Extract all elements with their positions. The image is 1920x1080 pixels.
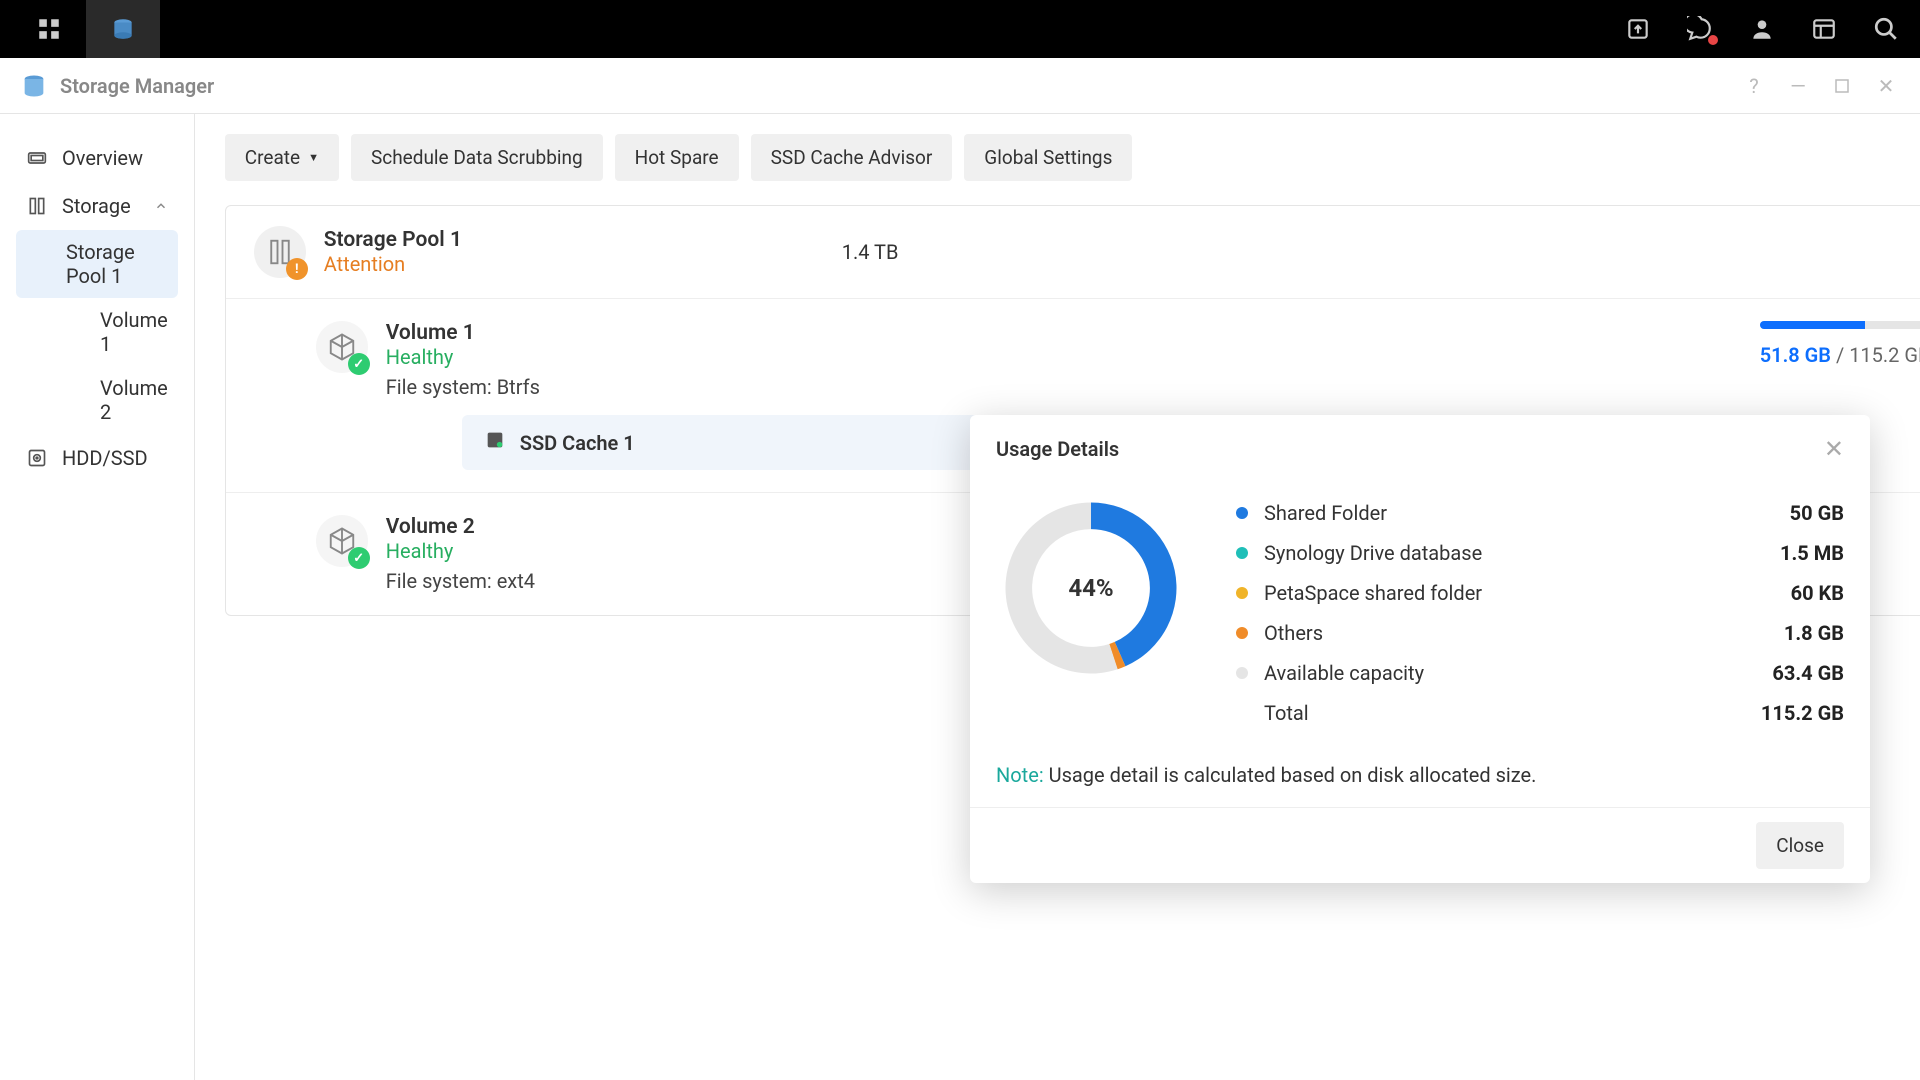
button-label: Schedule Data Scrubbing	[371, 146, 583, 169]
sidebar-item-label: Overview	[62, 146, 143, 170]
hot-spare-button[interactable]: Hot Spare	[615, 134, 739, 181]
sidebar-item-pool1[interactable]: Storage Pool 1	[16, 230, 178, 298]
ssd-cache-label: SSD Cache 1	[520, 431, 635, 455]
sidebar: Overview Storage Storage Pool 1 Volume 1…	[0, 114, 195, 1080]
legend-value: 60 KB	[1791, 581, 1844, 605]
sidebar-item-label: Volume 2	[100, 376, 168, 424]
create-button[interactable]: Create ▼	[225, 134, 339, 181]
sidebar-item-label: Volume 1	[100, 308, 168, 356]
ssd-cache-icon	[484, 429, 506, 456]
upload-icon[interactable]	[1616, 7, 1660, 51]
warning-badge-icon: !	[286, 258, 308, 280]
volume-filesystem: File system: ext4	[386, 569, 806, 593]
chevron-up-icon	[154, 194, 168, 218]
window-header: Storage Manager ? — ✕	[0, 58, 1920, 114]
button-label: Hot Spare	[635, 146, 719, 169]
volume-status: Healthy	[386, 539, 806, 563]
window-title: Storage Manager	[60, 74, 214, 98]
sidebar-item-label: Storage	[62, 194, 131, 218]
donut-center-label: 44%	[996, 493, 1186, 683]
volume-icon: ✓	[316, 515, 368, 567]
legend: Shared Folder50 GBSynology Drive databas…	[1236, 493, 1844, 733]
usage-details-modal: Usage Details ✕ 44% Shared Folder50 GBSy…	[970, 415, 1870, 883]
legend-row: Others1.8 GB	[1236, 613, 1844, 653]
volume-filesystem: File system: Btrfs	[386, 375, 1742, 399]
legend-label: Total	[1264, 701, 1761, 725]
legend-value: 115.2 GB	[1761, 701, 1844, 725]
pool-header: ! Storage Pool 1 Attention 1.4 TB •••	[226, 206, 1920, 298]
modal-note: Note: Usage detail is calculated based o…	[970, 753, 1870, 807]
legend-dot-icon	[1236, 587, 1248, 599]
minimize-icon[interactable]: —	[1784, 72, 1812, 100]
sidebar-item-overview[interactable]: Overview	[16, 134, 178, 182]
sidebar-item-hddssd[interactable]: HDD/SSD	[16, 434, 178, 482]
button-label: Create	[245, 146, 300, 169]
sidebar-item-label: Storage Pool 1	[66, 240, 135, 288]
usage-bar	[1760, 321, 1920, 329]
legend-row: PetaSpace shared folder60 KB	[1236, 573, 1844, 613]
close-button[interactable]: Close	[1756, 822, 1844, 869]
chat-icon[interactable]	[1678, 7, 1722, 51]
legend-row: Total115.2 GB	[1236, 693, 1844, 733]
sidebar-item-volume2[interactable]: Volume 2	[16, 366, 178, 434]
modal-title: Usage Details	[996, 437, 1119, 461]
usage-donut-chart: 44%	[996, 493, 1186, 683]
overview-icon	[26, 147, 48, 169]
taskbar-storage-manager-icon[interactable]	[86, 0, 160, 58]
button-label: Global Settings	[984, 146, 1112, 169]
legend-label: PetaSpace shared folder	[1264, 581, 1791, 605]
legend-row: Synology Drive database1.5 MB	[1236, 533, 1844, 573]
widgets-icon[interactable]	[1802, 7, 1846, 51]
legend-value: 63.4 GB	[1772, 661, 1844, 685]
os-taskbar	[0, 0, 1920, 58]
button-label: SSD Cache Advisor	[771, 146, 933, 169]
legend-label: Synology Drive database	[1264, 541, 1780, 565]
taskbar-apps-icon[interactable]	[12, 0, 86, 58]
sidebar-item-label: HDD/SSD	[62, 446, 148, 470]
close-icon[interactable]: ✕	[1872, 72, 1900, 100]
legend-dot-icon	[1236, 507, 1248, 519]
ssd-cache-advisor-button[interactable]: SSD Cache Advisor	[751, 134, 953, 181]
global-settings-button[interactable]: Global Settings	[964, 134, 1132, 181]
hdd-icon	[26, 447, 48, 469]
volume-status: Healthy	[386, 345, 1742, 369]
sidebar-item-volume1[interactable]: Volume 1	[16, 298, 178, 366]
ok-badge-icon: ✓	[348, 547, 370, 569]
volume-icon: ✓	[316, 321, 368, 373]
legend-dot-icon	[1236, 667, 1248, 679]
volume-name: Volume 1	[386, 321, 1742, 345]
button-label: Close	[1776, 834, 1824, 857]
sidebar-item-storage[interactable]: Storage	[16, 182, 178, 230]
maximize-icon[interactable]	[1828, 72, 1856, 100]
legend-value: 1.8 GB	[1784, 621, 1844, 645]
legend-value: 50 GB	[1790, 501, 1844, 525]
legend-row: Available capacity63.4 GB	[1236, 653, 1844, 693]
pool-icon: !	[254, 226, 306, 278]
pool-status: Attention	[324, 252, 824, 276]
legend-label: Others	[1264, 621, 1784, 645]
legend-dot-icon	[1236, 627, 1248, 639]
legend-label: Available capacity	[1264, 661, 1772, 685]
pool-name: Storage Pool 1	[324, 228, 824, 252]
usage-text: 51.8 GB / 115.2 GB	[1760, 343, 1920, 367]
schedule-scrubbing-button[interactable]: Schedule Data Scrubbing	[351, 134, 603, 181]
legend-value: 1.5 MB	[1780, 541, 1844, 565]
volume-name: Volume 2	[386, 515, 806, 539]
app-icon	[20, 72, 48, 100]
legend-row: Shared Folder50 GB	[1236, 493, 1844, 533]
ok-badge-icon: ✓	[348, 353, 370, 375]
modal-close-icon[interactable]: ✕	[1824, 435, 1844, 463]
legend-label: Shared Folder	[1264, 501, 1790, 525]
storage-icon	[26, 195, 48, 217]
help-icon[interactable]: ?	[1740, 72, 1768, 100]
user-icon[interactable]	[1740, 7, 1784, 51]
caret-down-icon: ▼	[308, 151, 319, 164]
legend-dot-icon	[1236, 547, 1248, 559]
toolbar: Create ▼ Schedule Data Scrubbing Hot Spa…	[225, 134, 1920, 181]
pool-size: 1.4 TB	[842, 240, 899, 264]
notification-dot-icon	[1708, 35, 1718, 45]
search-icon[interactable]	[1864, 7, 1908, 51]
